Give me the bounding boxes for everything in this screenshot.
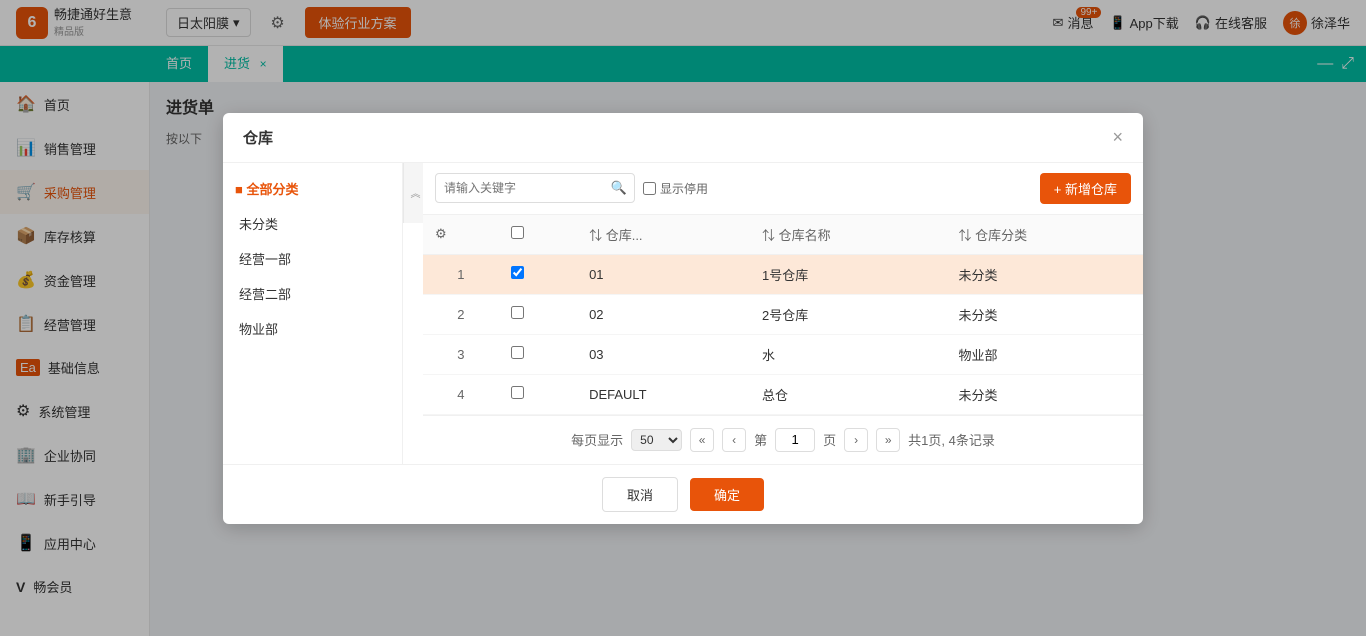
- row-category: 未分类: [946, 294, 1143, 334]
- col-category: ⇅ 仓库分类: [946, 215, 1143, 255]
- table-row[interactable]: 4 DEFAULT 总仓 未分类: [423, 374, 1143, 414]
- table-body: 1 01 1号仓库 未分类 2 02 2号仓库 未分类 3 03 水 物业部 4: [423, 254, 1143, 414]
- sort-icon-name: ⇅: [762, 228, 775, 243]
- data-table: ⚙ ⇅ 仓库... ⇅ 仓库名称: [423, 215, 1143, 415]
- next-page-icon: ›: [854, 433, 858, 447]
- row-code: 01: [577, 254, 750, 294]
- row-actions[interactable]: 1: [423, 254, 499, 294]
- collapse-button[interactable]: 《: [403, 163, 423, 223]
- page-label: 页: [823, 430, 836, 449]
- all-categories-item[interactable]: ■ 全部分类: [223, 171, 402, 206]
- page-number-input[interactable]: [775, 428, 815, 452]
- confirm-button[interactable]: 确定: [690, 478, 764, 511]
- row-actions[interactable]: 4: [423, 374, 499, 414]
- table-row[interactable]: 2 02 2号仓库 未分类: [423, 294, 1143, 334]
- sort-icon: ⇅: [589, 228, 602, 243]
- next-page-button[interactable]: ›: [844, 428, 868, 452]
- category-item-uncategorized[interactable]: 未分类: [223, 206, 402, 241]
- row-checkbox[interactable]: [511, 386, 524, 399]
- warehouse-table: ⚙ ⇅ 仓库... ⇅ 仓库名称: [423, 215, 1143, 415]
- row-checkbox[interactable]: [511, 266, 524, 279]
- row-code: 03: [577, 334, 750, 374]
- modal-overlay[interactable]: 仓库 × ■ 全部分类 未分类 经营一部 经营二部 物业部: [0, 0, 1366, 636]
- pagination: 每页显示 50 20 100 « ‹ 第 页: [423, 415, 1143, 464]
- modal-close-button[interactable]: ×: [1112, 127, 1123, 148]
- row-name: 1号仓库: [750, 254, 946, 294]
- table-row[interactable]: 3 03 水 物业部: [423, 334, 1143, 374]
- last-page-icon: »: [885, 433, 892, 447]
- prev-page-icon: ‹: [732, 433, 736, 447]
- modal-body: ■ 全部分类 未分类 经营一部 经营二部 物业部 《: [223, 163, 1143, 464]
- all-categories-label: ■ 全部分类: [235, 179, 298, 198]
- search-input[interactable]: [435, 173, 635, 203]
- search-icon[interactable]: 🔍: [611, 180, 627, 196]
- show-disabled-check[interactable]: [643, 182, 656, 195]
- settings-col-icon: ⚙: [435, 226, 447, 241]
- page-size-label: 每页显示: [571, 430, 623, 449]
- row-checkbox[interactable]: [511, 306, 524, 319]
- row-checkbox[interactable]: [511, 346, 524, 359]
- show-disabled-checkbox[interactable]: 显示停用: [643, 180, 708, 197]
- page-word: 第: [754, 430, 767, 449]
- first-page-icon: «: [699, 433, 706, 447]
- sort-icon-cat: ⇅: [958, 228, 971, 243]
- row-checkbox-cell: [499, 294, 577, 334]
- show-disabled-label: 显示停用: [660, 180, 708, 197]
- table-area: 🔍 显示停用 + 新增仓库 ⚙: [423, 163, 1143, 464]
- row-name: 总仓: [750, 374, 946, 414]
- table-toolbar: 🔍 显示停用 + 新增仓库: [423, 163, 1143, 215]
- row-category: 物业部: [946, 334, 1143, 374]
- table-row[interactable]: 1 01 1号仓库 未分类: [423, 254, 1143, 294]
- row-name: 水: [750, 334, 946, 374]
- last-page-button[interactable]: »: [876, 428, 900, 452]
- category-sidebar: ■ 全部分类 未分类 经营一部 经营二部 物业部: [223, 163, 403, 464]
- warehouse-modal: 仓库 × ■ 全部分类 未分类 经营一部 经营二部 物业部: [223, 113, 1143, 524]
- category-item-ops2[interactable]: 经营二部: [223, 276, 402, 311]
- page-size-select[interactable]: 50 20 100: [631, 429, 682, 451]
- category-item-property[interactable]: 物业部: [223, 311, 402, 346]
- col-settings: ⚙: [423, 215, 499, 255]
- modal-header: 仓库 ×: [223, 113, 1143, 163]
- col-name: ⇅ 仓库名称: [750, 215, 946, 255]
- row-actions[interactable]: 2: [423, 294, 499, 334]
- row-actions[interactable]: 3: [423, 334, 499, 374]
- modal-title: 仓库: [243, 127, 273, 148]
- row-code: 02: [577, 294, 750, 334]
- table-header: ⚙ ⇅ 仓库... ⇅ 仓库名称: [423, 215, 1143, 255]
- row-checkbox-cell: [499, 254, 577, 294]
- prev-page-button[interactable]: ‹: [722, 428, 746, 452]
- collapse-icon: 《: [406, 188, 421, 198]
- category-item-ops1[interactable]: 经营一部: [223, 241, 402, 276]
- row-checkbox-cell: [499, 374, 577, 414]
- row-checkbox-cell: [499, 334, 577, 374]
- first-page-button[interactable]: «: [690, 428, 714, 452]
- row-category: 未分类: [946, 374, 1143, 414]
- modal-footer: 取消 确定: [223, 464, 1143, 524]
- total-info: 共1页, 4条记录: [908, 430, 995, 449]
- cancel-button[interactable]: 取消: [602, 477, 678, 512]
- select-all-checkbox[interactable]: [511, 226, 524, 239]
- col-check: [499, 215, 577, 255]
- row-category: 未分类: [946, 254, 1143, 294]
- col-code: ⇅ 仓库...: [577, 215, 750, 255]
- add-warehouse-button[interactable]: + 新增仓库: [1040, 173, 1131, 204]
- row-name: 2号仓库: [750, 294, 946, 334]
- row-code: DEFAULT: [577, 374, 750, 414]
- search-wrapper: 🔍: [435, 173, 635, 203]
